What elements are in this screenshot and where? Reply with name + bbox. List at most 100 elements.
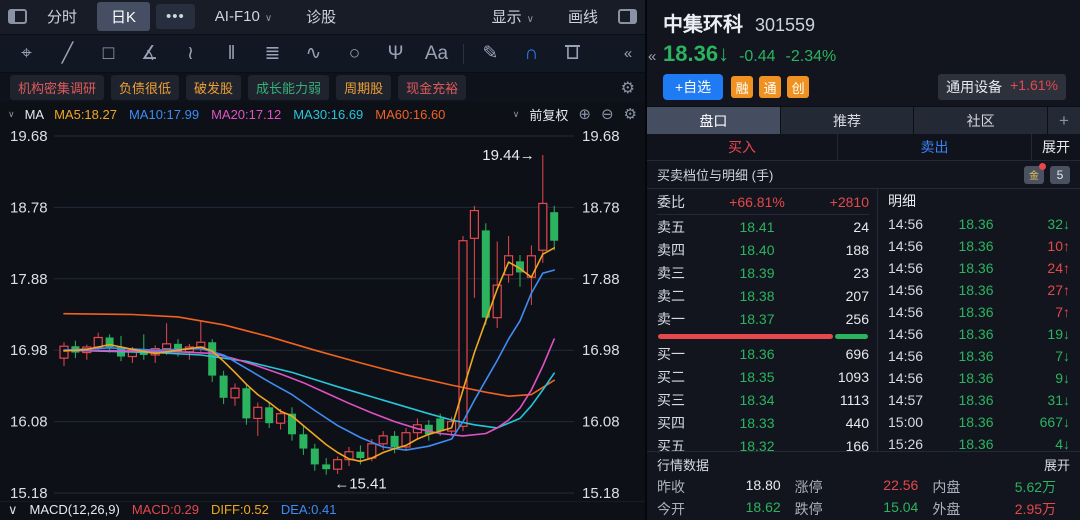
quote-value: 2.95万 (1015, 499, 1070, 519)
macd-collapse-chevron-icon[interactable]: ∨ (8, 502, 18, 518)
toolbar-item-3[interactable]: AI-F10∨ (201, 4, 286, 29)
drawing-toolbar: ⌖╱□∡≀‖≣∿○ΨAa ✎∩⊔ « (0, 35, 645, 74)
trendline-icon[interactable]: ╱ (47, 42, 88, 65)
magnet-icon[interactable]: ∩ (511, 43, 552, 65)
toolbar-item-2[interactable]: ••• (156, 4, 195, 29)
tick-row[interactable]: 14:5618.36 7↓ (888, 345, 1070, 367)
ask-level-row[interactable]: 卖三18.3923 (657, 261, 869, 284)
ask-level-row[interactable]: 卖四18.40188 (657, 238, 869, 261)
add-watchlist-button[interactable]: +自选 (663, 74, 723, 100)
tick-row[interactable]: 14:5618.36 10↑ (888, 235, 1070, 257)
quote-value: 18.62 (746, 499, 795, 519)
stock-tag-5[interactable]: 现金充裕 (398, 75, 466, 100)
expand-trade-button[interactable]: 展开 (1032, 134, 1080, 160)
stock-badge-0[interactable]: 融 (731, 76, 753, 98)
levels-title: 买卖档位与明细 (手) (657, 165, 773, 184)
tick-row[interactable]: 14:5618.36 27↑ (888, 279, 1070, 301)
quote-label: 内盘 (932, 477, 960, 497)
stock-badge-2[interactable]: 创 (787, 76, 809, 98)
bid-level-row[interactable]: 买一18.36696 (657, 342, 869, 365)
toolbar-right-item-1[interactable]: 画线 (554, 2, 612, 31)
panel-tabs: 盘口推荐社区 + (647, 106, 1080, 134)
tab-2[interactable]: 社区 (914, 107, 1048, 134)
buy-button[interactable]: 买入 (647, 134, 838, 160)
bid-level-row[interactable]: 买二18.351093 (657, 365, 869, 388)
polyline-icon[interactable]: ≀ (170, 42, 211, 65)
collapse-toolbar-icon[interactable]: « (617, 45, 639, 62)
level1-gold-icon[interactable]: 金 (1024, 166, 1044, 184)
chart-pane: 分时日K•••AI-F10∨诊股 显示∨画线 ⌖╱□∡≀‖≣∿○ΨAa ✎∩⊔ «… (0, 0, 645, 520)
toolbar-item-4[interactable]: 诊股 (292, 2, 350, 31)
rectangle-icon[interactable]: □ (88, 43, 129, 65)
svg-text:19.68: 19.68 (582, 128, 620, 145)
tick-row[interactable]: 14:5718.36 31↓ (888, 389, 1070, 411)
text-tool-icon[interactable]: Aa (416, 43, 457, 65)
ask-level-row[interactable]: 卖二18.38207 (657, 284, 869, 307)
tick-row[interactable]: 15:0018.36 667↓ (888, 411, 1070, 433)
quote-label: 外盘 (932, 499, 960, 519)
tick-row[interactable]: 14:5618.36 9↓ (888, 367, 1070, 389)
svg-text:←15.41: ←15.41 (334, 475, 387, 492)
price-adjust-mode[interactable]: 前复权 (529, 105, 568, 124)
price-change: -0.44 (739, 48, 775, 66)
level-depth-count-badge[interactable]: 5 (1050, 166, 1070, 184)
gann-fan-icon[interactable]: ∡ (129, 42, 170, 65)
sell-button[interactable]: 卖出 (838, 134, 1032, 160)
chevron-down-icon: ∨ (527, 14, 534, 25)
toggle-right-panel-icon[interactable] (618, 9, 637, 24)
tab-1[interactable]: 推荐 (781, 107, 915, 134)
price-change-pct: -2.34% (786, 48, 837, 66)
chart-settings-gear-icon[interactable]: ⚙ (624, 105, 637, 123)
pencil-icon[interactable]: ✎ (470, 42, 511, 65)
tab-0[interactable]: 盘口 (647, 107, 781, 134)
stock-tags-row: 机构密集调研负债很低破发股成长能力弱周期股现金充裕 ⚙ (0, 73, 645, 102)
panel-collapse-icon[interactable]: « (648, 48, 656, 65)
stock-tag-3[interactable]: 成长能力弱 (248, 75, 329, 100)
ma-collapse-chevron-icon[interactable]: ∨ (8, 109, 15, 120)
order-book-levels: 委比 +66.81% +2810 卖五18.4124 卖四18.40188 卖三… (647, 189, 877, 451)
price-direction-arrow: ↓ (718, 41, 729, 66)
notification-dot (1039, 163, 1046, 170)
toggle-left-panel-icon[interactable] (8, 9, 27, 24)
golden-section-icon[interactable]: ≣ (252, 42, 293, 65)
expand-market-data-button[interactable]: 展开 (1044, 455, 1070, 474)
toolbar-right-item-0[interactable]: 显示∨ (478, 2, 548, 31)
zoom-in-icon[interactable]: ⊕ (578, 105, 591, 123)
wave-icon[interactable]: ∿ (293, 42, 334, 65)
candlestick-chart-canvas[interactable]: 19.6819.6818.7818.7817.8817.8816.9816.98… (0, 126, 645, 501)
vertical-lines-icon[interactable]: ‖ (211, 43, 252, 65)
zoom-out-icon[interactable]: ⊖ (601, 105, 614, 123)
industry-chip[interactable]: 通用设备 +1.61% (938, 74, 1066, 100)
tick-row[interactable]: 14:5618.36 7↑ (888, 301, 1070, 323)
tick-row[interactable]: 14:5618.36 32↓ (888, 213, 1070, 235)
trash-icon[interactable]: ⊔ (552, 43, 593, 65)
toolbar-item-0[interactable]: 分时 (33, 2, 91, 31)
add-tab-button[interactable]: + (1048, 107, 1080, 134)
stock-tag-2[interactable]: 破发股 (186, 75, 241, 100)
stock-code: 301559 (755, 15, 815, 36)
stock-tag-0[interactable]: 机构密集调研 (10, 75, 104, 100)
bid-level-row[interactable]: 买四18.33440 (657, 411, 869, 434)
tags-settings-gear-icon[interactable]: ⚙ (621, 78, 635, 98)
svg-text:17.88: 17.88 (10, 270, 48, 287)
pan-crosshair-icon[interactable]: ⌖ (6, 43, 47, 65)
ma5-value: MA5:18.27 (54, 107, 117, 122)
ellipse-icon[interactable]: ○ (334, 43, 375, 65)
bid-level-row[interactable]: 买三18.341113 (657, 388, 869, 411)
quote-label: 跌停 (795, 499, 823, 519)
toolbar-item-1[interactable]: 日K (97, 2, 150, 31)
svg-text:16.98: 16.98 (10, 342, 48, 359)
tick-row[interactable]: 14:5618.36 19↓ (888, 323, 1070, 345)
sell-strength-bar (835, 334, 868, 339)
adjust-dropdown-chevron-icon[interactable]: ∨ (513, 109, 520, 120)
pitchfork-icon[interactable]: Ψ (375, 43, 416, 65)
macd-indicator-bar: ∨ MACD(12,26,9) MACD:0.29DIFF:0.52DEA:0.… (0, 501, 645, 520)
tick-row[interactable]: 14:5618.36 24↑ (888, 257, 1070, 279)
details-header: 明细 (888, 189, 1070, 213)
ask-level-row[interactable]: 卖一18.37256 (657, 307, 869, 330)
ask-level-row[interactable]: 卖五18.4124 (657, 215, 869, 238)
macd-value: MACD:0.29 (132, 502, 199, 517)
stock-tag-1[interactable]: 负债很低 (111, 75, 179, 100)
stock-badge-1[interactable]: 通 (759, 76, 781, 98)
stock-tag-4[interactable]: 周期股 (336, 75, 391, 100)
